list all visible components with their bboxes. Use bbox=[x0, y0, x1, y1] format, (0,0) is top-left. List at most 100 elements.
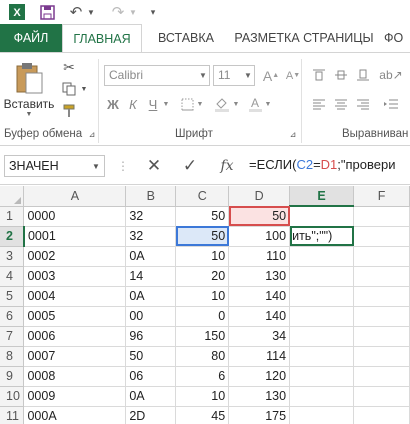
cell[interactable] bbox=[353, 386, 410, 407]
cell[interactable] bbox=[289, 286, 355, 307]
row-header[interactable]: 5 bbox=[0, 286, 25, 307]
increase-font-icon[interactable]: A ▲ bbox=[262, 65, 280, 86]
redo-dropdown-icon[interactable]: ▼ bbox=[128, 2, 138, 22]
borders-dropdown-icon[interactable]: ▼ bbox=[196, 93, 204, 115]
cell[interactable]: 0004 bbox=[23, 286, 127, 307]
column-header[interactable]: A bbox=[23, 186, 127, 207]
undo-dropdown-icon[interactable]: ▼ bbox=[86, 2, 96, 22]
cell[interactable] bbox=[353, 306, 410, 327]
row-header[interactable]: 1 bbox=[0, 206, 25, 227]
cell[interactable] bbox=[353, 206, 410, 227]
fill-color-icon[interactable] bbox=[212, 93, 232, 115]
cell[interactable]: 140 bbox=[228, 286, 291, 307]
cell[interactable] bbox=[289, 246, 355, 267]
column-header[interactable]: C bbox=[175, 186, 230, 207]
cell[interactable] bbox=[353, 266, 410, 287]
italic-button[interactable]: К bbox=[124, 93, 142, 115]
align-center-icon[interactable] bbox=[332, 95, 350, 115]
cell[interactable]: 150 bbox=[175, 326, 230, 347]
cell[interactable]: 10 bbox=[175, 386, 230, 407]
cell[interactable]: 80 bbox=[175, 346, 230, 367]
bold-button[interactable]: Ж bbox=[104, 93, 122, 115]
cell[interactable]: 0005 bbox=[23, 306, 127, 327]
cell[interactable]: 175 bbox=[228, 406, 291, 424]
indent-icon[interactable] bbox=[380, 95, 402, 115]
cell[interactable]: 50 bbox=[125, 346, 177, 367]
cancel-icon[interactable]: ✕ bbox=[141, 155, 167, 177]
underline-dropdown-icon[interactable]: ▼ bbox=[162, 93, 170, 115]
cell[interactable]: 32 bbox=[125, 226, 177, 247]
cell[interactable]: 0A bbox=[125, 386, 177, 407]
cell[interactable] bbox=[289, 406, 355, 424]
cell[interactable]: 00 bbox=[125, 306, 177, 327]
clipboard-launcher-icon[interactable]: ⊿ bbox=[87, 128, 97, 140]
cell[interactable]: 130 bbox=[228, 386, 291, 407]
cell[interactable]: 000A bbox=[23, 406, 127, 424]
cell[interactable]: 06 bbox=[125, 366, 177, 387]
fill-color-dropdown-icon[interactable]: ▼ bbox=[232, 93, 240, 115]
align-middle-icon[interactable] bbox=[332, 65, 350, 85]
cell[interactable] bbox=[289, 306, 355, 327]
cell[interactable]: 0A bbox=[125, 286, 177, 307]
cell[interactable] bbox=[353, 406, 410, 424]
cell[interactable] bbox=[289, 326, 355, 347]
cell[interactable] bbox=[353, 346, 410, 367]
cell[interactable]: 45 bbox=[175, 406, 230, 424]
row-header[interactable]: 7 bbox=[0, 326, 25, 347]
row-header[interactable]: 3 bbox=[0, 246, 25, 267]
align-right-icon[interactable] bbox=[354, 95, 372, 115]
cell-d1-ref[interactable]: 50 bbox=[228, 206, 291, 227]
align-top-icon[interactable] bbox=[310, 65, 328, 85]
cell[interactable]: 0000 bbox=[23, 206, 127, 227]
cell[interactable] bbox=[353, 326, 410, 347]
paste-button[interactable]: Вставить ▼ bbox=[4, 57, 54, 121]
column-header-active[interactable]: E bbox=[289, 186, 355, 207]
cell[interactable]: 0009 bbox=[23, 386, 127, 407]
borders-icon[interactable] bbox=[178, 93, 196, 115]
cell[interactable] bbox=[289, 346, 355, 367]
tab-page-layout[interactable]: РАЗМЕТКА СТРАНИЦЫ bbox=[230, 24, 378, 52]
cell[interactable]: 2D bbox=[125, 406, 177, 424]
cell[interactable] bbox=[289, 386, 355, 407]
cell[interactable]: 130 bbox=[228, 266, 291, 287]
cell[interactable]: 114 bbox=[228, 346, 291, 367]
cell[interactable]: 0008 bbox=[23, 366, 127, 387]
enter-icon[interactable]: ✓ bbox=[177, 155, 203, 177]
cell[interactable] bbox=[289, 366, 355, 387]
cell-c2-ref[interactable]: 50 bbox=[175, 226, 230, 247]
cell[interactable]: 10 bbox=[175, 286, 230, 307]
font-color-dropdown-icon[interactable]: ▼ bbox=[264, 93, 272, 115]
font-size-select[interactable]: 11 ▼ bbox=[213, 65, 255, 86]
cell[interactable]: 100 bbox=[228, 226, 291, 247]
row-header[interactable]: 9 bbox=[0, 366, 25, 387]
tab-formulas[interactable]: ФО bbox=[384, 24, 410, 52]
cell[interactable] bbox=[353, 246, 410, 267]
tab-home[interactable]: ГЛАВНАЯ bbox=[62, 24, 142, 52]
insert-function-icon[interactable]: fx bbox=[214, 155, 240, 177]
redo-icon[interactable]: ↷ bbox=[108, 2, 128, 22]
row-header[interactable]: 10 bbox=[0, 386, 25, 407]
active-cell-editor[interactable]: ить";"") bbox=[289, 226, 355, 247]
align-left-icon[interactable] bbox=[310, 95, 328, 115]
font-launcher-icon[interactable]: ⊿ bbox=[288, 128, 298, 140]
excel-logo-icon[interactable]: X bbox=[6, 2, 28, 22]
font-color-icon[interactable]: A bbox=[246, 93, 264, 115]
cell[interactable]: 14 bbox=[125, 266, 177, 287]
cell[interactable]: 0001 bbox=[23, 226, 127, 247]
cell[interactable]: 50 bbox=[175, 206, 230, 227]
chevron-down-icon[interactable]: ▼ bbox=[90, 160, 102, 172]
tab-file[interactable]: ФАЙЛ bbox=[0, 24, 62, 52]
cell[interactable]: 110 bbox=[228, 246, 291, 267]
cell[interactable]: 6 bbox=[175, 366, 230, 387]
font-name-select[interactable]: Calibri ▼ bbox=[104, 65, 210, 86]
orientation-icon[interactable]: ab↗ bbox=[379, 65, 402, 85]
column-header[interactable]: D bbox=[228, 186, 291, 207]
cell[interactable] bbox=[289, 266, 355, 287]
cell[interactable]: 10 bbox=[175, 246, 230, 267]
copy-icon[interactable] bbox=[58, 79, 80, 99]
customize-toolbar-icon[interactable]: ▾ bbox=[146, 2, 160, 22]
undo-icon[interactable]: ↶ bbox=[66, 2, 86, 22]
row-header[interactable]: 4 bbox=[0, 266, 25, 287]
cell[interactable]: 0002 bbox=[23, 246, 127, 267]
tab-insert[interactable]: ВСТАВКА bbox=[150, 24, 222, 52]
